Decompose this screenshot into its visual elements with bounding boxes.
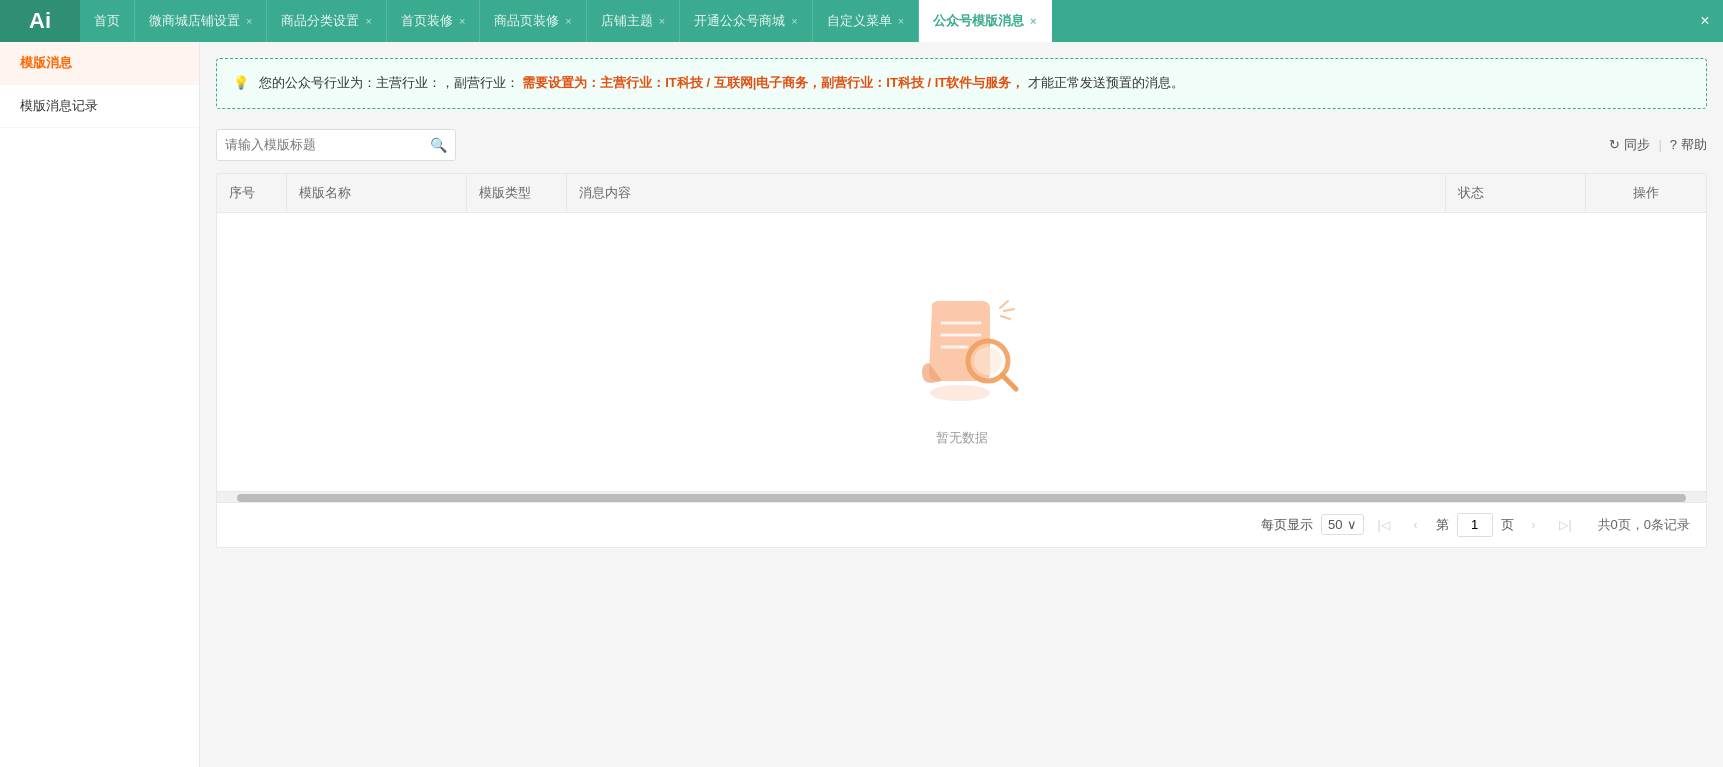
next-page-icon: › xyxy=(1532,518,1536,532)
close-tab-category-settings[interactable]: × xyxy=(365,15,371,27)
prev-page-icon: ‹ xyxy=(1414,518,1418,532)
toolbar-right: ↻ 同步 | ? 帮助 xyxy=(1609,136,1707,154)
empty-text: 暂无数据 xyxy=(936,429,988,447)
page-number-input[interactable] xyxy=(1457,513,1493,537)
search-bar: 🔍 ↻ 同步 | ? 帮助 xyxy=(216,129,1707,161)
close-tab-open-shop[interactable]: × xyxy=(791,15,797,27)
col-header-action: 操作 xyxy=(1586,174,1706,212)
svg-line-6 xyxy=(1002,375,1016,389)
empty-illustration xyxy=(892,273,1032,413)
page-size-value: 50 xyxy=(1328,517,1342,532)
sidebar: 模版消息 模版消息记录 xyxy=(0,42,200,767)
alert-suffix: 才能正常发送预置的消息。 xyxy=(1028,75,1184,90)
help-icon: ? xyxy=(1670,137,1677,152)
prev-page-button[interactable]: ‹ xyxy=(1404,513,1428,537)
logo: Ai xyxy=(0,0,80,42)
first-page-button[interactable]: |◁ xyxy=(1372,513,1396,537)
sidebar-item-template-msg-record[interactable]: 模版消息记录 xyxy=(0,85,199,128)
table-header: 序号 模版名称 模版类型 消息内容 状态 操作 xyxy=(217,174,1706,213)
pagination: 每页显示 50 ∨ |◁ ‹ 第 页 › ▷| xyxy=(217,503,1706,547)
alert-icon: 💡 xyxy=(233,75,249,90)
nav-tab-shop-settings[interactable]: 微商城店铺设置× xyxy=(135,0,267,42)
search-input-wrap[interactable]: 🔍 xyxy=(216,129,456,161)
help-button[interactable]: ? 帮助 xyxy=(1670,136,1707,154)
nav-tab-template-msg[interactable]: 公众号模版消息× xyxy=(919,0,1051,42)
nav-tab-custom-menu[interactable]: 自定义菜单× xyxy=(813,0,919,42)
top-nav: Ai 首页微商城店铺设置×商品分类设置×首页装修×商品页装修×店铺主题×开通公众… xyxy=(0,0,1723,42)
close-tab-shop-settings[interactable]: × xyxy=(246,15,252,27)
nav-tab-home-decor[interactable]: 首页装修× xyxy=(387,0,480,42)
toolbar-divider: | xyxy=(1658,137,1661,152)
alert-highlight: 需要设置为：主营行业：IT科技 / 互联网|电子商务，副营行业：IT科技 / I… xyxy=(522,75,1024,90)
nav-tab-store-theme[interactable]: 店铺主题× xyxy=(587,0,680,42)
col-header-content: 消息内容 xyxy=(567,174,1446,212)
sync-icon: ↻ xyxy=(1609,137,1620,152)
horizontal-scrollbar[interactable] xyxy=(217,491,1706,503)
close-tab-store-theme[interactable]: × xyxy=(659,15,665,27)
svg-line-8 xyxy=(1004,309,1014,311)
search-icon[interactable]: 🔍 xyxy=(430,137,447,153)
close-tab-product-decor[interactable]: × xyxy=(565,15,571,27)
close-tab-template-msg[interactable]: × xyxy=(1030,15,1036,27)
page-label: 第 xyxy=(1436,516,1449,534)
search-input[interactable] xyxy=(225,137,430,152)
col-header-seq: 序号 xyxy=(217,174,287,212)
page-suffix: 页 xyxy=(1501,516,1514,534)
alert-box: 💡 您的公众号行业为：主营行业：，副营行业： 需要设置为：主营行业：IT科技 /… xyxy=(216,58,1707,109)
col-header-type: 模版类型 xyxy=(467,174,567,212)
svg-point-5 xyxy=(974,347,1002,375)
chevron-down-icon: ∨ xyxy=(1347,517,1357,532)
total-info: 共0页，0条记录 xyxy=(1598,516,1690,534)
sidebar-item-template-msg[interactable]: 模版消息 xyxy=(0,42,199,85)
close-tab-home-decor[interactable]: × xyxy=(459,15,465,27)
close-tab-custom-menu[interactable]: × xyxy=(898,15,904,27)
alert-prefix: 您的公众号行业为：主营行业：，副营行业： xyxy=(259,75,519,90)
scrollbar-thumb[interactable] xyxy=(237,494,1686,502)
nav-tab-open-shop[interactable]: 开通公众号商城× xyxy=(680,0,812,42)
svg-line-9 xyxy=(1001,316,1010,319)
main-layout: 模版消息 模版消息记录 💡 您的公众号行业为：主营行业：，副营行业： 需要设置为… xyxy=(0,42,1723,767)
nav-tabs: 首页微商城店铺设置×商品分类设置×首页装修×商品页装修×店铺主题×开通公众号商城… xyxy=(80,0,1687,42)
nav-tab-home[interactable]: 首页 xyxy=(80,0,135,42)
data-table: 序号 模版名称 模版类型 消息内容 状态 操作 xyxy=(216,173,1707,548)
content-area: 💡 您的公众号行业为：主营行业：，副营行业： 需要设置为：主营行业：IT科技 /… xyxy=(200,42,1723,767)
next-page-button[interactable]: › xyxy=(1522,513,1546,537)
nav-tab-product-decor[interactable]: 商品页装修× xyxy=(480,0,586,42)
close-all-button[interactable]: × xyxy=(1687,0,1723,42)
col-header-status: 状态 xyxy=(1446,174,1586,212)
page-size-select[interactable]: 50 ∨ xyxy=(1321,514,1363,535)
page-size-label: 每页显示 xyxy=(1261,516,1313,534)
col-header-name: 模版名称 xyxy=(287,174,467,212)
empty-state: 暂无数据 xyxy=(217,213,1706,487)
last-page-icon: ▷| xyxy=(1559,518,1571,532)
first-page-icon: |◁ xyxy=(1377,518,1389,532)
nav-tab-category-settings[interactable]: 商品分类设置× xyxy=(267,0,386,42)
svg-point-0 xyxy=(930,385,990,401)
last-page-button[interactable]: ▷| xyxy=(1554,513,1578,537)
sync-button[interactable]: ↻ 同步 xyxy=(1609,136,1650,154)
svg-line-7 xyxy=(1000,301,1008,308)
